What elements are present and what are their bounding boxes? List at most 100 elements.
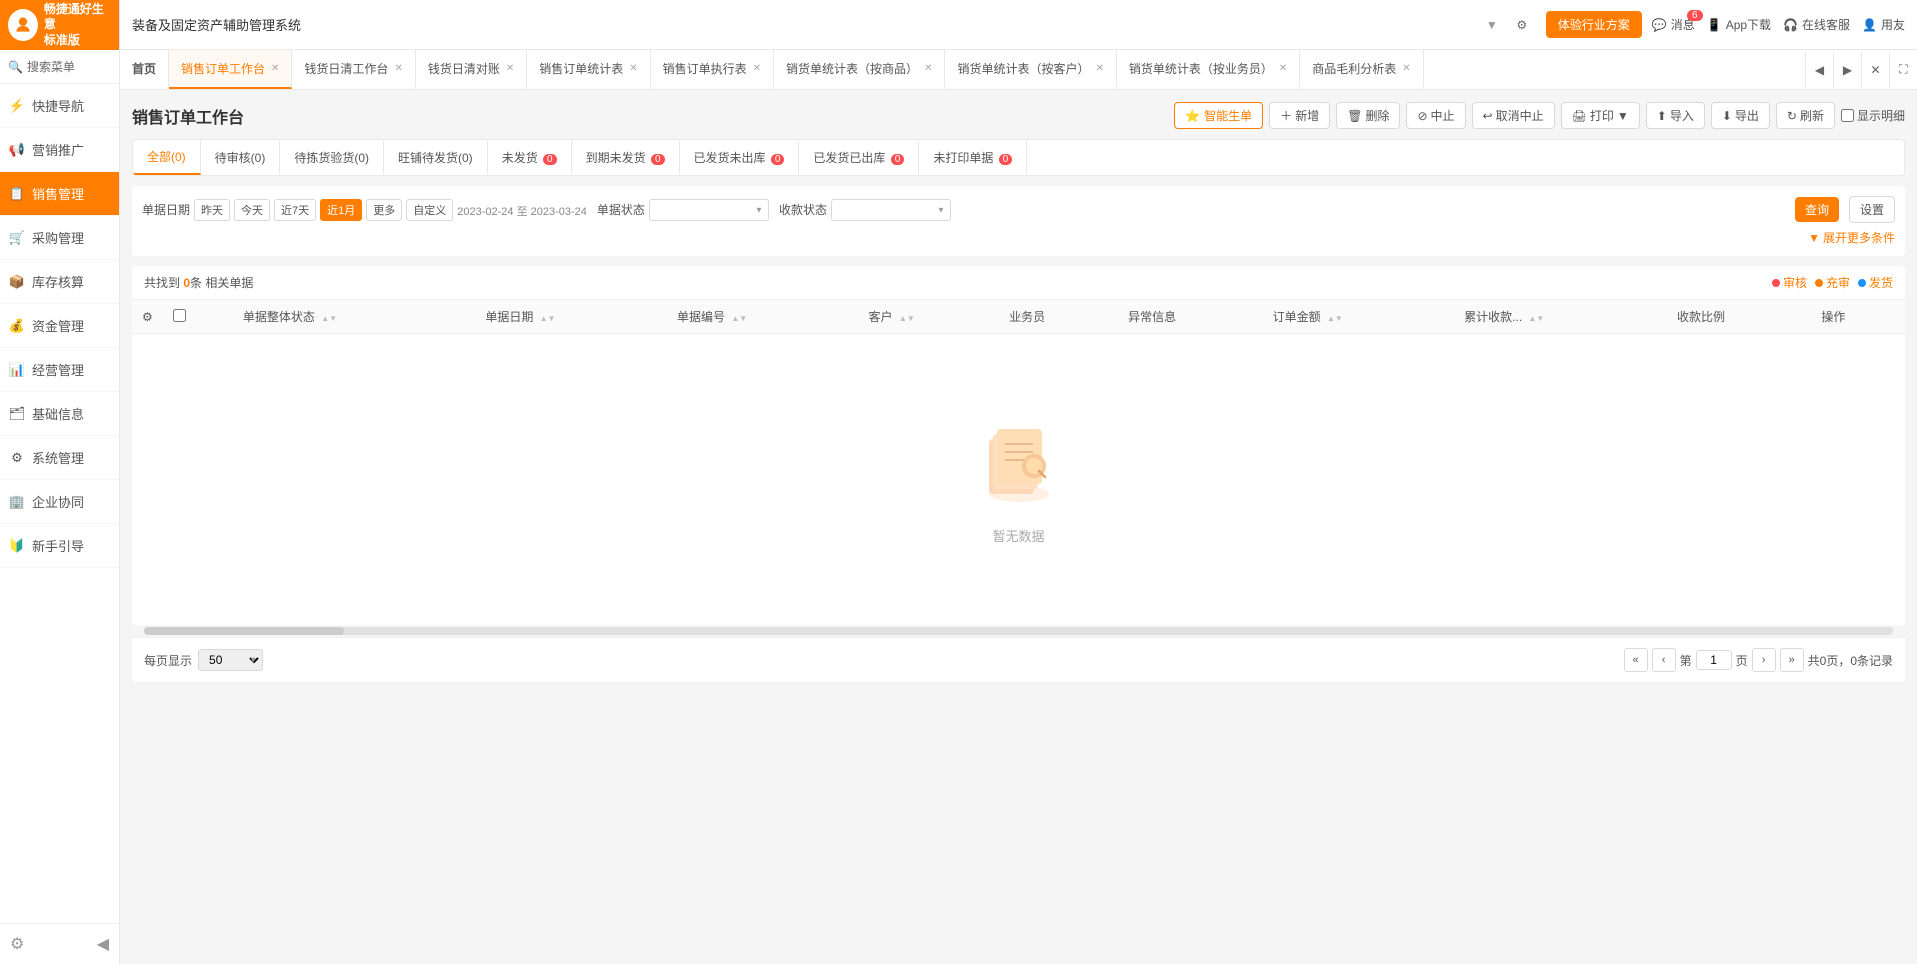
settings-button[interactable]: 设置	[1849, 196, 1895, 223]
tab-sales-by-customer[interactable]: 销货单统计表（按客户） ✕	[945, 50, 1116, 89]
sidebar-item-operation[interactable]: 📊 经营管理	[0, 348, 119, 392]
first-page-button[interactable]: «	[1624, 648, 1648, 672]
sidebar-item-inventory[interactable]: 📦 库存核算	[0, 260, 119, 304]
tab-sales-by-product[interactable]: 销货单统计表（按商品） ✕	[774, 50, 945, 89]
sidebar-item-marketing[interactable]: 📢 营销推广	[0, 128, 119, 172]
tab-home[interactable]: 首页	[120, 50, 169, 89]
date-custom-btn[interactable]: 自定义	[406, 199, 453, 221]
sidebar-item-finance[interactable]: 💰 资金管理	[0, 304, 119, 348]
status-select[interactable]	[649, 199, 769, 221]
col-staff[interactable]: 业务员	[999, 300, 1118, 334]
sidebar-item-base[interactable]: 🗂 基础信息	[0, 392, 119, 436]
batch-cancel-review-button[interactable]: 充审	[1815, 274, 1850, 291]
date-more-btn[interactable]: 更多	[366, 199, 402, 221]
page-number-input[interactable]	[1696, 650, 1732, 670]
sub-tab-not-printed[interactable]: 未打印单据 0	[919, 141, 1027, 174]
prev-page-button[interactable]: ‹	[1652, 648, 1676, 672]
sidebar-item-purchase[interactable]: 🛒 采购管理	[0, 216, 119, 260]
query-button[interactable]: 查询	[1795, 197, 1839, 222]
tab-cash-reconcile-close[interactable]: ✕	[506, 63, 514, 74]
tab-scroll-right[interactable]: ▶	[1833, 52, 1861, 88]
tab-sales-by-staff[interactable]: 销货单统计表（按业务员） ✕	[1117, 50, 1300, 89]
date-filter-buttons: 昨天 今天 近7天 近1月 更多 自定义	[194, 199, 453, 221]
tab-scroll-left[interactable]: ◀	[1805, 52, 1833, 88]
col-customer[interactable]: 客户 ▲▼	[859, 300, 1000, 334]
col-number[interactable]: 单据编号 ▲▼	[667, 300, 859, 334]
sidebar-item-sales[interactable]: 📋 销售管理	[0, 172, 119, 216]
next-page-button[interactable]: ›	[1752, 648, 1776, 672]
tab-cash-reconcile[interactable]: 钱货日清对账 ✕	[416, 50, 527, 89]
col-settings[interactable]: ⚙	[132, 300, 163, 334]
tab-maximize[interactable]: ⛶	[1889, 52, 1917, 88]
per-page-select[interactable]: 50 20 100	[198, 649, 263, 671]
horizontal-scrollbar[interactable]	[132, 625, 1905, 637]
payment-select[interactable]	[831, 199, 951, 221]
tab-sales-workbench[interactable]: 销售订单工作台 ✕	[169, 50, 292, 89]
sub-tab-not-shipped[interactable]: 未发货 0	[488, 141, 572, 174]
tab-sales-exec-close[interactable]: ✕	[753, 63, 761, 74]
cancel-suspend-button[interactable]: ↩ 取消中止	[1472, 102, 1555, 129]
sidebar-item-guide[interactable]: 🔰 新手引导	[0, 524, 119, 568]
expand-filters-button[interactable]: ▼ 展开更多条件	[1808, 229, 1895, 246]
collapse-icon[interactable]: ◀	[97, 934, 109, 954]
header-gear-button[interactable]: ⚙	[1508, 11, 1536, 39]
smart-create-button[interactable]: ⭐ 智能生单	[1174, 102, 1263, 129]
last-page-button[interactable]: »	[1780, 648, 1804, 672]
scrollbar-thumb[interactable]	[144, 627, 344, 635]
sidebar-search[interactable]: 🔍 搜索菜单	[0, 50, 119, 84]
tab-sales-by-staff-close[interactable]: ✕	[1279, 63, 1287, 74]
tab-sales-workbench-close[interactable]: ✕	[271, 63, 279, 74]
import-button[interactable]: ⬆ 导入	[1646, 102, 1705, 129]
sub-tab-shipped-not-warehoused[interactable]: 已发货未出库 0	[680, 141, 800, 174]
messages-button[interactable]: 💬 消息 6	[1652, 16, 1695, 33]
online-service-button[interactable]: 🎧 在线客服	[1783, 16, 1850, 33]
tab-sales-stats-close[interactable]: ✕	[629, 63, 637, 74]
tab-sales-by-product-close[interactable]: ✕	[924, 63, 932, 74]
select-all-checkbox[interactable]	[173, 309, 186, 322]
export-button[interactable]: ⬇ 导出	[1711, 102, 1770, 129]
date-yesterday-btn[interactable]: 昨天	[194, 199, 230, 221]
tab-product-margin-close[interactable]: ✕	[1402, 63, 1410, 74]
sidebar-item-enterprise[interactable]: 🏢 企业协同	[0, 480, 119, 524]
tab-sales-stats[interactable]: 销售订单统计表 ✕	[527, 50, 650, 89]
col-ratio[interactable]: 收款比例	[1667, 300, 1811, 334]
tab-product-margin[interactable]: 商品毛利分析表 ✕	[1300, 50, 1423, 89]
col-abnormal[interactable]: 异常信息	[1118, 300, 1262, 334]
col-collected[interactable]: 累计收款... ▲▼	[1454, 300, 1667, 334]
header-dropdown-icon[interactable]: ▼	[1486, 18, 1498, 32]
tab-sales-exec[interactable]: 销售订单执行表 ✕	[651, 50, 774, 89]
sidebar-item-system[interactable]: ⚙ 系统管理	[0, 436, 119, 480]
col-amount[interactable]: 订单金额 ▲▼	[1263, 300, 1455, 334]
settings-icon[interactable]: ⚙	[10, 934, 24, 954]
batch-ship-button[interactable]: 发货	[1858, 274, 1893, 291]
industry-solution-button[interactable]: 体验行业方案	[1546, 11, 1642, 38]
suspend-button[interactable]: ⊘ 中止	[1406, 102, 1465, 129]
refresh-button[interactable]: ↻ 刷新	[1776, 102, 1835, 129]
show-detail-checkbox-label[interactable]: 显示明细	[1841, 107, 1905, 124]
app-download-button[interactable]: 📱 App下载	[1707, 16, 1771, 33]
sub-tab-overdue-ship[interactable]: 到期未发货 0	[572, 141, 680, 174]
col-date[interactable]: 单据日期 ▲▼	[475, 300, 667, 334]
sidebar-item-quicknav[interactable]: ⚡ 快捷导航	[0, 84, 119, 128]
show-detail-checkbox[interactable]	[1841, 109, 1854, 122]
user-menu-button[interactable]: 👤 用友	[1862, 16, 1905, 33]
tab-close-all[interactable]: ✕	[1861, 52, 1889, 88]
new-button[interactable]: ＋ 新增	[1269, 102, 1330, 129]
col-checkbox[interactable]	[163, 300, 233, 334]
sub-tab-all[interactable]: 全部(0)	[133, 140, 201, 175]
sub-tab-pending-review[interactable]: 待审核(0)	[201, 141, 281, 174]
sidebar-bottom: ⚙ ◀	[0, 923, 119, 964]
sub-tab-wangpu-ship[interactable]: 旺铺待发货(0)	[384, 141, 488, 174]
date-last1m-btn[interactable]: 近1月	[320, 199, 362, 221]
batch-review-button[interactable]: 审核	[1772, 274, 1807, 291]
date-today-btn[interactable]: 今天	[234, 199, 270, 221]
sub-tab-shipped-warehoused[interactable]: 已发货已出库 0	[799, 141, 919, 174]
date-last7-btn[interactable]: 近7天	[274, 199, 316, 221]
col-status[interactable]: 单据整体状态 ▲▼	[233, 300, 476, 334]
delete-button[interactable]: 🗑 删除	[1336, 102, 1400, 129]
print-button[interactable]: 🖨 打印 ▼	[1561, 102, 1640, 129]
tab-sales-by-customer-close[interactable]: ✕	[1095, 63, 1103, 74]
sub-tab-pending-inspect[interactable]: 待拣货验货(0)	[280, 141, 384, 174]
tab-cash-daily[interactable]: 钱货日清工作台 ✕	[292, 50, 415, 89]
tab-cash-daily-close[interactable]: ✕	[394, 63, 402, 74]
